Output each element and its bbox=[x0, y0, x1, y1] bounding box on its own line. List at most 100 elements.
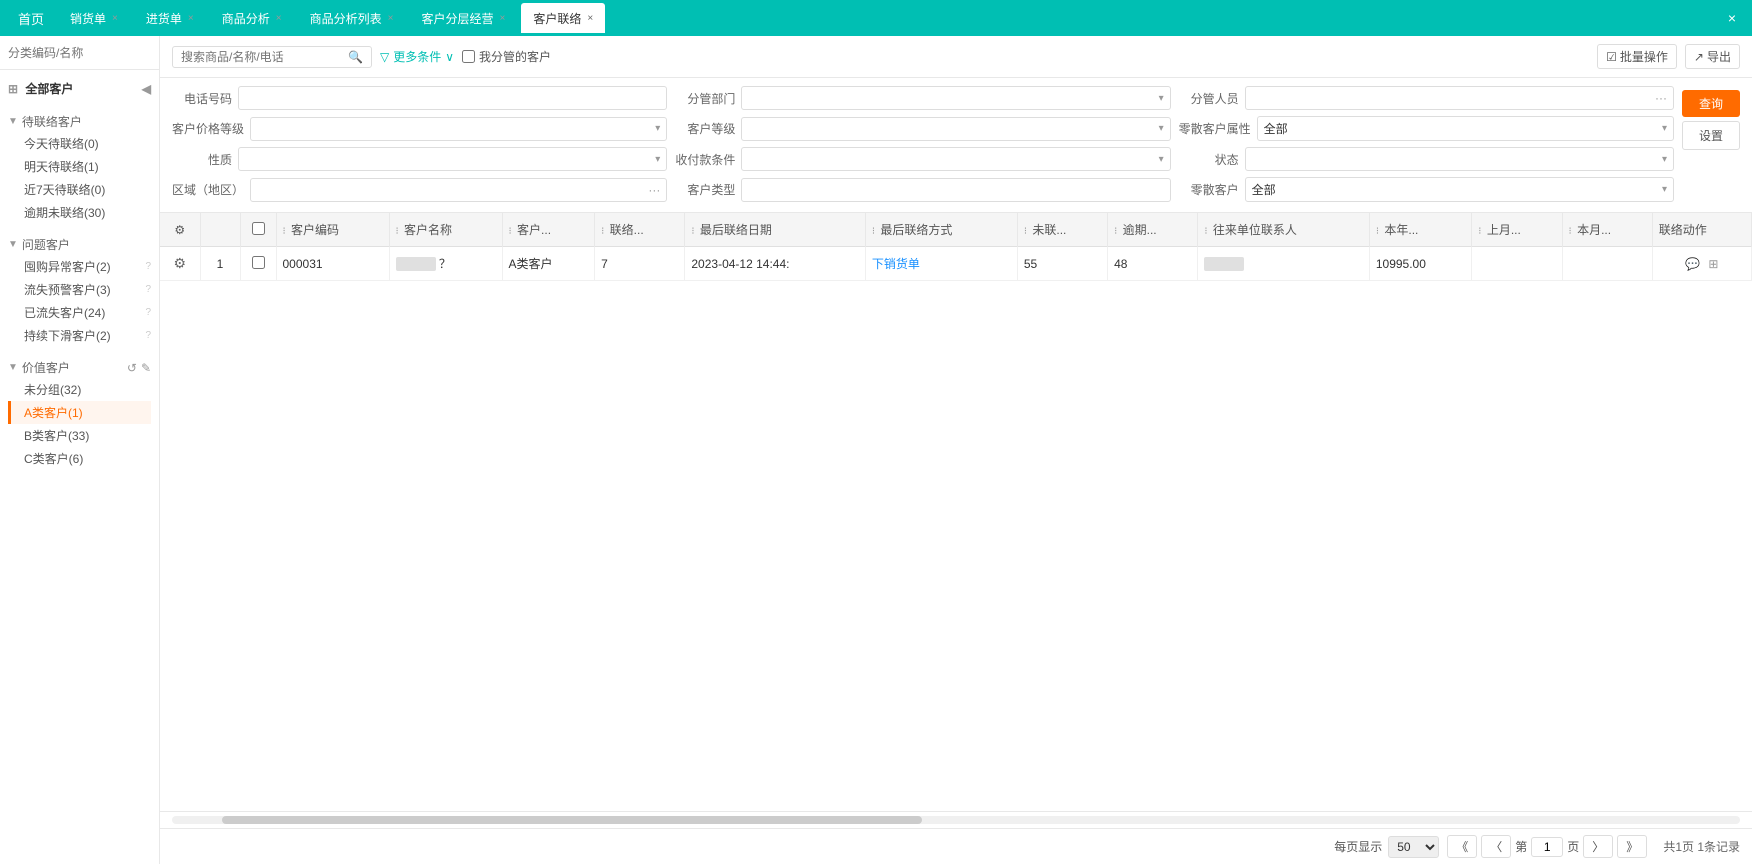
all-customers-header[interactable]: ⊞ 全部客户 ◀ bbox=[8, 76, 151, 101]
chat-icon[interactable]: 💬 bbox=[1685, 257, 1700, 271]
table-container: ⚙ ⁝ 客户编码 ⁝ 客户名称 ⁝ 客户... bbox=[160, 213, 1752, 811]
filter-search-input[interactable] bbox=[181, 50, 348, 64]
sidebar-item-week-contact[interactable]: 近7天待联络(0) bbox=[8, 178, 151, 201]
main-layout: 🔍 ⊞ 全部客户 ◀ ▼ 待联络客户 今天待联络(0) bbox=[0, 36, 1752, 864]
sort-icon-company: ⁝ bbox=[1204, 226, 1207, 237]
declining-help-icon[interactable]: ? bbox=[145, 330, 151, 341]
scatter-value: 全部 bbox=[1252, 181, 1276, 198]
scatter-attr-value: 全部 bbox=[1264, 120, 1288, 137]
region-input[interactable]: ··· bbox=[250, 178, 667, 202]
per-page-area: 每页显示 50 100 200 bbox=[1334, 836, 1439, 858]
pending-contact-title[interactable]: ▼ 待联络客户 bbox=[8, 109, 151, 132]
tab-product-analysis-close[interactable]: × bbox=[276, 13, 282, 24]
sidebar-pending-group: ▼ 待联络客户 今天待联络(0) 明天待联络(1) 近7天待联络(0) 逾期未联… bbox=[0, 103, 159, 226]
sidebar-search-input[interactable] bbox=[8, 46, 160, 60]
qr-icon[interactable]: ⊞ bbox=[1708, 257, 1718, 271]
tab-customer-tier[interactable]: 客户分层经营 × bbox=[409, 3, 517, 33]
th-code: ⁝ 客户编码 bbox=[276, 213, 389, 247]
customer-type-input[interactable] bbox=[741, 178, 1170, 202]
row-gear-cell[interactable]: ⚙ bbox=[160, 247, 200, 281]
row-this-year: 10995.00 bbox=[1369, 247, 1471, 281]
tab-product-analysis-list-close[interactable]: × bbox=[388, 13, 394, 24]
prev-page-button[interactable]: 〈 bbox=[1481, 835, 1511, 858]
customer-table: ⚙ ⁝ 客户编码 ⁝ 客户名称 ⁝ 客户... bbox=[160, 213, 1752, 281]
problem-customer-title[interactable]: ▼ 问题客户 bbox=[8, 232, 151, 255]
last-method-link[interactable]: 下销货单 bbox=[872, 257, 920, 271]
customer-grade-select[interactable]: ▾ bbox=[741, 117, 1170, 141]
filter-region: 区域（地区） ··· bbox=[172, 178, 667, 202]
sidebar-item-b-class[interactable]: B类客户(33) bbox=[8, 424, 151, 447]
sidebar-item-overdue-contact[interactable]: 逾期未联络(30) bbox=[8, 201, 151, 224]
settings-button[interactable]: 设置 bbox=[1682, 121, 1740, 150]
app-close-button[interactable]: × bbox=[1720, 6, 1744, 30]
sidebar-item-declining[interactable]: 持续下滑客户(2) ? bbox=[8, 324, 151, 347]
dept-select[interactable]: ▾ bbox=[741, 86, 1170, 110]
dept-label: 分管部门 bbox=[675, 90, 735, 107]
phone-input[interactable] bbox=[238, 86, 667, 110]
sidebar-item-hoarding[interactable]: 囤购异常客户(2) ? bbox=[8, 255, 151, 278]
first-page-button[interactable]: 《 bbox=[1447, 835, 1477, 858]
next-page-button[interactable]: 〉 bbox=[1583, 835, 1613, 858]
value-refresh-icon[interactable]: ↺ bbox=[127, 361, 137, 375]
tab-purchase-order[interactable]: 进货单 × bbox=[134, 3, 206, 33]
status-select[interactable]: ▾ bbox=[1245, 147, 1674, 171]
tab-sales-order-close[interactable]: × bbox=[112, 13, 118, 24]
sidebar-item-churned[interactable]: 已流失客户(24) ? bbox=[8, 301, 151, 324]
content-area: 🔍 ▽ 更多条件 ∨ 我分管的客户 ☑ 批量操作 ↗ 导出 bbox=[160, 36, 1752, 864]
status-label: 状态 bbox=[1179, 151, 1239, 168]
mine-filter-checkbox[interactable] bbox=[462, 50, 475, 63]
scatter-select[interactable]: 全部 ▾ bbox=[1245, 177, 1674, 202]
payment-select[interactable]: ▾ bbox=[741, 147, 1170, 171]
row-checkbox-cell bbox=[240, 247, 276, 281]
batch-operation-button[interactable]: ☑ 批量操作 bbox=[1597, 44, 1677, 69]
churn-warning-help-icon[interactable]: ? bbox=[145, 284, 151, 295]
tab-customer-contact[interactable]: 客户联络 × bbox=[521, 3, 605, 33]
nature-select[interactable]: ▾ bbox=[238, 147, 667, 171]
scrollbar-track[interactable] bbox=[172, 816, 1740, 824]
scatter-attr-select[interactable]: 全部 ▾ bbox=[1257, 116, 1674, 141]
query-btn-group: 查询 设置 bbox=[1682, 86, 1740, 208]
sidebar-item-tomorrow-contact[interactable]: 明天待联络(1) bbox=[8, 155, 151, 178]
th-gear[interactable]: ⚙ bbox=[160, 213, 200, 247]
tab-product-analysis-list[interactable]: 商品分析列表 × bbox=[298, 3, 406, 33]
last-page-button[interactable]: 》 bbox=[1617, 835, 1647, 858]
th-checkbox bbox=[240, 213, 276, 247]
tab-product-analysis[interactable]: 商品分析 × bbox=[210, 3, 294, 33]
price-grade-select[interactable]: ▾ bbox=[250, 117, 667, 141]
tab-customer-tier-close[interactable]: × bbox=[499, 13, 505, 24]
tab-customer-contact-close[interactable]: × bbox=[587, 13, 593, 24]
tab-sales-order[interactable]: 销货单 × bbox=[58, 3, 130, 33]
value-customer-title[interactable]: ▼ 价值客户 ↺ ✎ bbox=[8, 355, 151, 378]
value-edit-icon[interactable]: ✎ bbox=[141, 361, 151, 375]
sort-icon-thismonth: ⁝ bbox=[1569, 226, 1572, 237]
row-select-checkbox[interactable] bbox=[252, 256, 265, 269]
export-button[interactable]: ↗ 导出 bbox=[1685, 44, 1740, 69]
tab-purchase-order-label: 进货单 bbox=[146, 10, 182, 27]
sidebar-item-a-class[interactable]: A类客户(1) bbox=[8, 401, 151, 424]
problem-triangle: ▼ bbox=[8, 239, 18, 250]
sidebar-item-ungrouped[interactable]: 未分组(32) bbox=[8, 378, 151, 401]
select-all-checkbox[interactable] bbox=[252, 222, 265, 235]
home-tab[interactable]: 首页 bbox=[8, 5, 54, 32]
churned-help-icon[interactable]: ? bbox=[145, 307, 151, 318]
sidebar-collapse-icons: ◀ bbox=[142, 82, 151, 96]
per-page-select[interactable]: 50 100 200 bbox=[1388, 836, 1439, 858]
customer-grade-arrow-icon: ▾ bbox=[1159, 123, 1164, 134]
filter-search-icon[interactable]: 🔍 bbox=[348, 50, 363, 64]
page-number-input[interactable]: 1 bbox=[1531, 837, 1563, 857]
sidebar-item-today-contact[interactable]: 今天待联络(0) bbox=[8, 132, 151, 155]
table-row: ⚙ 1 000031 ？ A类客户 7 2023-04-12 14:44: bbox=[160, 247, 1752, 281]
manager-input[interactable]: ··· bbox=[1245, 86, 1674, 110]
more-conditions-arrow: ∨ bbox=[445, 50, 454, 64]
scatter-attr-label: 零散客户属性 bbox=[1179, 120, 1251, 137]
tab-product-analysis-list-label: 商品分析列表 bbox=[310, 10, 382, 27]
tab-purchase-order-close[interactable]: × bbox=[188, 13, 194, 24]
sidebar-item-churn-warning[interactable]: 流失预警客户(3) ? bbox=[8, 278, 151, 301]
hoarding-help-icon[interactable]: ? bbox=[145, 261, 151, 272]
collapse-icon[interactable]: ◀ bbox=[142, 82, 151, 96]
sidebar-item-c-class[interactable]: C类客户(6) bbox=[8, 447, 151, 470]
query-button[interactable]: 查询 bbox=[1682, 90, 1740, 117]
table-header-row: ⚙ ⁝ 客户编码 ⁝ 客户名称 ⁝ 客户... bbox=[160, 213, 1752, 247]
scrollbar-thumb[interactable] bbox=[222, 816, 922, 824]
more-conditions-button[interactable]: ▽ 更多条件 ∨ bbox=[380, 48, 454, 65]
